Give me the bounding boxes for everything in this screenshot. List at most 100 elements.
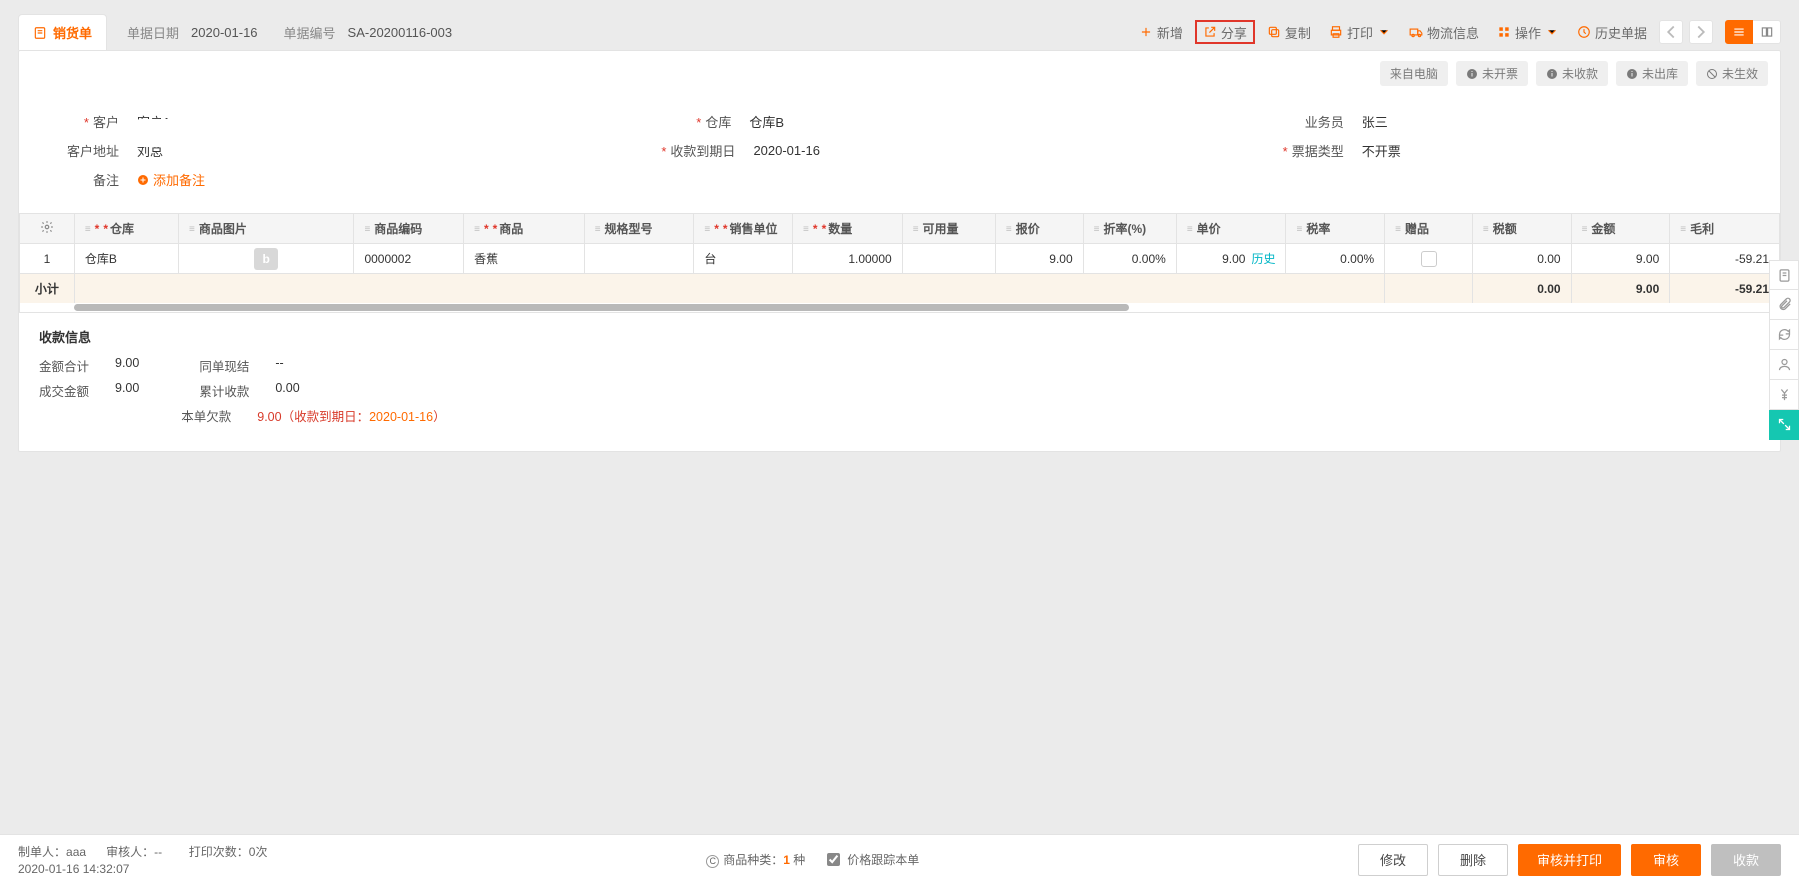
truck-icon [1409, 25, 1423, 39]
customer-label: 客户 [49, 112, 119, 131]
doc-tab[interactable]: 销货单 [18, 14, 107, 50]
card-icon [1760, 25, 1774, 39]
plus-circle-icon [137, 174, 149, 186]
badge-no-out[interactable]: 未出库 [1616, 61, 1688, 86]
footer-buttons: 修改 删除 审核并打印 审核 收款 [1358, 844, 1781, 876]
top-bar: 销货单 单据日期2020-01-16 单据编号SA-20200116-003 新… [18, 14, 1781, 50]
copyright-icon: C [706, 855, 719, 868]
col-gift[interactable]: ≡赠品 [1385, 214, 1473, 244]
items-table: ≡*仓库 ≡商品图片 ≡商品编码 ≡*商品 ≡规格型号 ≡*销售单位 ≡*数量 … [19, 213, 1780, 313]
view-mode-toggle [1725, 20, 1781, 44]
gift-checkbox[interactable] [1421, 251, 1437, 267]
doc-meta: 单据日期2020-01-16 单据编号SA-20200116-003 [127, 14, 452, 50]
chevron-down-icon [1545, 25, 1559, 39]
plus-icon [1139, 25, 1153, 39]
product-image-placeholder[interactable]: b [254, 248, 278, 270]
col-product[interactable]: ≡*商品 [464, 214, 585, 244]
attach-icon [1777, 297, 1792, 312]
ops-button[interactable]: 操作 [1491, 20, 1565, 44]
copy-icon [1267, 25, 1281, 39]
salesman-label: 业务员 [1274, 112, 1344, 131]
add-note-button[interactable]: 添加备注 [137, 170, 205, 189]
dock-refresh[interactable] [1769, 320, 1799, 350]
warehouse-label: 仓库 [661, 112, 731, 131]
view-card-button[interactable] [1753, 20, 1781, 44]
new-button[interactable]: 新增 [1133, 20, 1189, 44]
badge-no-receipt[interactable]: 未收款 [1536, 61, 1608, 86]
refresh-icon [1777, 327, 1792, 342]
share-icon [1203, 25, 1217, 39]
list-icon [1732, 25, 1746, 39]
logistics-button[interactable]: 物流信息 [1403, 20, 1485, 44]
col-discount[interactable]: ≡折率(%) [1083, 214, 1176, 244]
badge-source: 来自电脑 [1380, 61, 1448, 86]
col-spec[interactable]: ≡规格型号 [584, 214, 694, 244]
delete-button[interactable]: 删除 [1438, 844, 1508, 876]
col-qty[interactable]: ≡*数量 [793, 214, 903, 244]
history-button[interactable]: 历史单据 [1571, 20, 1653, 44]
doc-title: 销货单 [53, 23, 92, 42]
col-tax[interactable]: ≡税额 [1472, 214, 1571, 244]
col-saleunit[interactable]: ≡*销售单位 [694, 214, 793, 244]
col-gross[interactable]: ≡毛利 [1670, 214, 1780, 244]
main-panel: 来自电脑 未开票 未收款 未出库 未生效 客户客户1 仓库仓库B 业务员张三 客… [18, 50, 1781, 452]
col-quote[interactable]: ≡报价 [995, 214, 1083, 244]
payment-title: 收款信息 [39, 327, 1760, 346]
clock-icon [1577, 25, 1591, 39]
info-icon [1466, 68, 1478, 80]
note-label: 备注 [49, 170, 119, 189]
col-taxrate[interactable]: ≡税率 [1286, 214, 1385, 244]
print-icon [1329, 25, 1343, 39]
dock-rmb[interactable] [1769, 380, 1799, 410]
receive-button: 收款 [1711, 844, 1781, 876]
price-follow-checkbox[interactable]: 价格跟踪本单 [823, 850, 919, 869]
expand-icon [1777, 417, 1792, 432]
side-dock [1769, 260, 1799, 440]
redacted-area [137, 119, 437, 147]
table-hscroll[interactable] [19, 303, 1780, 313]
warehouse-value: 仓库B [749, 112, 784, 131]
edit-button[interactable]: 修改 [1358, 844, 1428, 876]
view-list-button[interactable] [1725, 20, 1753, 44]
sales-order-icon [33, 26, 47, 40]
forbid-icon [1706, 68, 1718, 80]
badge-no-invoice[interactable]: 未开票 [1456, 61, 1528, 86]
toolbar: 新增 分享 复制 打印 物流信息 操作 历史单据 [1133, 14, 1781, 50]
billtype-value: 不开票 [1362, 141, 1401, 160]
price-history-link[interactable]: 历史 [1251, 252, 1275, 266]
dock-user[interactable] [1769, 350, 1799, 380]
footer-timestamp: 2020-01-16 14:32:07 [18, 862, 267, 876]
print-button[interactable]: 打印 [1323, 20, 1397, 44]
col-code[interactable]: ≡商品编码 [354, 214, 464, 244]
dock-note[interactable] [1769, 260, 1799, 290]
col-amount[interactable]: ≡金额 [1571, 214, 1670, 244]
copy-button[interactable]: 复制 [1261, 20, 1317, 44]
col-image[interactable]: ≡商品图片 [179, 214, 354, 244]
duedate-label: 收款到期日 [661, 141, 735, 160]
duedate-value: 2020-01-16 [753, 143, 820, 158]
footer-info: 制单人：aaa 审核人：-- 打印次数：0次 2020-01-16 14:32:… [18, 843, 267, 876]
billtype-label: 票据类型 [1274, 141, 1344, 160]
next-doc-button[interactable] [1689, 20, 1713, 44]
badge-not-effective[interactable]: 未生效 [1696, 61, 1768, 86]
dock-attach[interactable] [1769, 290, 1799, 320]
col-settings[interactable] [20, 214, 75, 244]
audit-print-button[interactable]: 审核并打印 [1518, 844, 1621, 876]
prev-doc-button[interactable] [1659, 20, 1683, 44]
salesman-value: 张三 [1362, 112, 1388, 131]
chevron-down-icon [1377, 25, 1391, 39]
header-form: 客户客户1 仓库仓库B 业务员张三 客户地址刘总 收款到期日2020-01-16… [19, 96, 1780, 213]
col-avail[interactable]: ≡可用量 [902, 214, 995, 244]
table-row[interactable]: 1 仓库B b 0000002 香蕉 台 1.00000 9.00 0.00% … [20, 244, 1780, 274]
rmb-icon [1777, 387, 1792, 402]
col-price[interactable]: ≡单价 [1176, 214, 1286, 244]
user-icon [1777, 357, 1792, 372]
dock-expand[interactable] [1769, 410, 1799, 440]
col-warehouse[interactable]: ≡*仓库 [74, 214, 178, 244]
share-button[interactable]: 分享 [1195, 20, 1255, 44]
status-badges: 来自电脑 未开票 未收款 未出库 未生效 [19, 51, 1780, 96]
scroll-thumb[interactable] [74, 304, 1129, 311]
info-icon [1546, 68, 1558, 80]
audit-button[interactable]: 审核 [1631, 844, 1701, 876]
footer: 制单人：aaa 审核人：-- 打印次数：0次 2020-01-16 14:32:… [0, 834, 1799, 884]
